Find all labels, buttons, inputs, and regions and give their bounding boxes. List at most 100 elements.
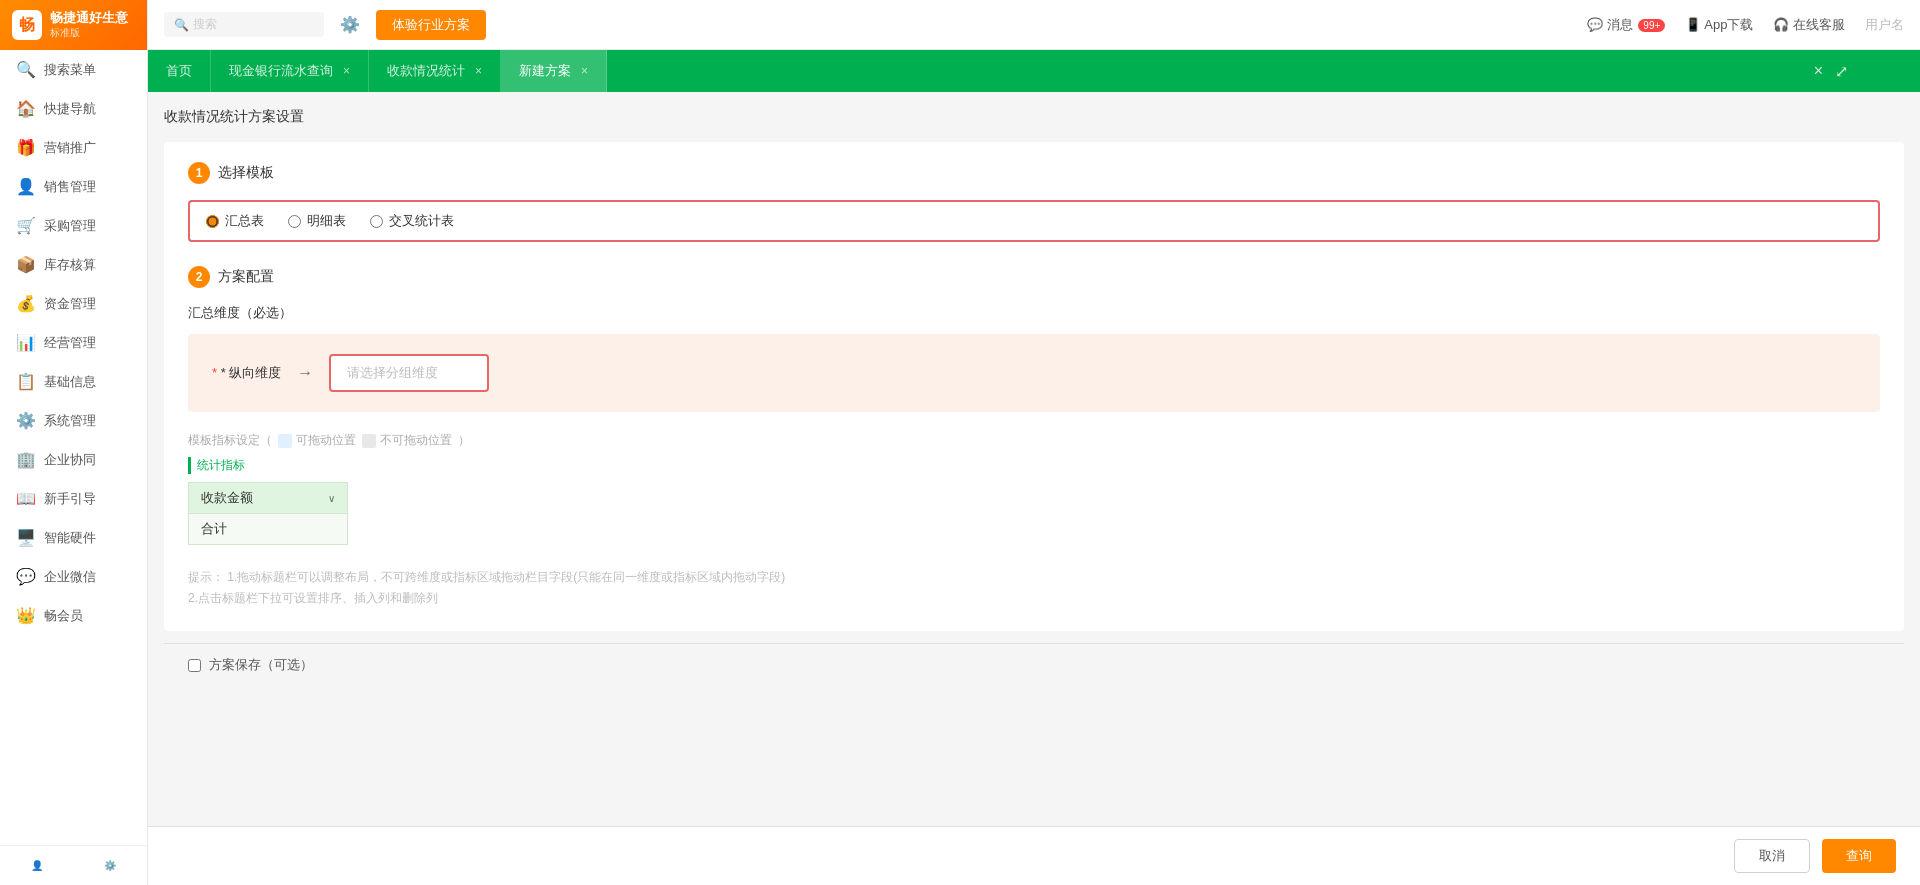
notice-item[interactable]: 💬 消息 99+ — [1587, 16, 1665, 34]
sidebar-bottom-user[interactable]: 👤 — [0, 854, 74, 877]
search-placeholder-text: 搜索 — [193, 16, 217, 33]
radio-cross[interactable]: 交叉统计表 — [370, 212, 454, 230]
tab-bank-label: 现金银行流水查询 — [229, 62, 333, 80]
box-icon: 📦 — [16, 255, 36, 274]
topbar-search-box[interactable]: 🔍 搜索 — [164, 12, 324, 37]
sidebar-item-guide[interactable]: 📖 新手引导 — [0, 479, 147, 518]
tab-bank[interactable]: 现金银行流水查询 × — [211, 50, 369, 92]
sidebar-item-label: 企业微信 — [44, 568, 96, 586]
sidebar-bottom-settings[interactable]: ⚙️ — [74, 854, 148, 877]
person-icon: 👤 — [16, 177, 36, 196]
chat-icon: 💬 — [16, 567, 36, 586]
gift-icon: 🎁 — [16, 138, 36, 157]
dimension-select[interactable]: 请选择分组维度 — [329, 354, 489, 392]
page-title: 收款情况统计方案设置 — [164, 108, 1904, 126]
sidebar: 畅 畅捷通好生意 标准版 🔍 搜索菜单 🏠 快捷导航 🎁 营销推广 👤 销售管理… — [0, 0, 148, 885]
tab-expand-icon[interactable]: ⤢ — [1835, 62, 1848, 81]
book-icon: 📖 — [16, 489, 36, 508]
tab-home[interactable]: 首页 — [148, 50, 211, 92]
sidebar-item-purchase[interactable]: 🛒 采购管理 — [0, 206, 147, 245]
sidebar-item-label: 库存核算 — [44, 256, 96, 274]
search-icon: 🔍 — [16, 60, 36, 79]
save-checkbox[interactable] — [188, 659, 201, 672]
sidebar-item-marketing[interactable]: 🎁 营销推广 — [0, 128, 147, 167]
sidebar-item-system[interactable]: ⚙️ 系统管理 — [0, 401, 147, 440]
support-label: 在线客服 — [1793, 17, 1845, 32]
radio-cross-label: 交叉统计表 — [389, 212, 454, 230]
section2-num: 2 — [188, 266, 210, 288]
tab-stats[interactable]: 收款情况统计 × — [369, 50, 501, 92]
query-button[interactable]: 查询 — [1822, 839, 1896, 873]
notice-icon: 💬 — [1587, 17, 1603, 32]
tab-stats-close[interactable]: × — [475, 64, 482, 78]
tab-new[interactable]: 新建方案 × — [501, 50, 607, 92]
sidebar-item-label: 资金管理 — [44, 295, 96, 313]
sidebar-logo: 畅 畅捷通好生意 标准版 — [0, 0, 147, 50]
sidebar-item-finance[interactable]: 💰 资金管理 — [0, 284, 147, 323]
chevron-down-icon: ∨ — [328, 493, 335, 504]
section2-title: 方案配置 — [218, 268, 274, 286]
sidebar-item-label: 经营管理 — [44, 334, 96, 352]
save-label: 方案保存（可选） — [209, 656, 313, 674]
logo-icon: 畅 — [12, 10, 42, 40]
no-drag-box-icon — [362, 434, 376, 448]
sidebar-item-member[interactable]: 👑 畅会员 — [0, 596, 147, 635]
stats-table: 收款金额 ∨ 合计 — [188, 482, 348, 545]
tip-2: 2.点击标题栏下拉可设置排序、插入列和删除列 — [188, 590, 1880, 607]
chart-icon: 📊 — [16, 333, 36, 352]
sidebar-item-search[interactable]: 🔍 搜索菜单 — [0, 50, 147, 89]
notice-label: 消息 — [1607, 17, 1633, 32]
sidebar-item-operation[interactable]: 📊 经营管理 — [0, 323, 147, 362]
sidebar-item-nav[interactable]: 🏠 快捷导航 — [0, 89, 147, 128]
radio-detail[interactable]: 明细表 — [288, 212, 346, 230]
content-wrapper: 收款情况统计方案设置 1 选择模板 汇总表 明细表 — [148, 92, 1920, 885]
sidebar-item-wechat[interactable]: 💬 企业微信 — [0, 557, 147, 596]
cancel-button[interactable]: 取消 — [1734, 839, 1810, 873]
building-icon: 🏢 — [16, 450, 36, 469]
template-options-box: 汇总表 明细表 交叉统计表 — [188, 200, 1880, 242]
radio-summary-input[interactable] — [206, 215, 219, 228]
sidebar-item-label: 营销推广 — [44, 139, 96, 157]
sidebar-item-label: 销售管理 — [44, 178, 96, 196]
radio-cross-input[interactable] — [370, 215, 383, 228]
radio-detail-label: 明细表 — [307, 212, 346, 230]
radio-summary-label: 汇总表 — [225, 212, 264, 230]
bottom-actions: 取消 查询 — [148, 826, 1920, 885]
sidebar-item-stock[interactable]: 📦 库存核算 — [0, 245, 147, 284]
topbar: 🔍 搜索 ⚙️ 体验行业方案 💬 消息 99+ 📱 App下载 🎧 在线客服 用… — [148, 0, 1920, 50]
tab-home-label: 首页 — [166, 62, 192, 80]
download-item[interactable]: 📱 App下载 — [1685, 16, 1753, 34]
cart-icon: 🛒 — [16, 216, 36, 235]
sidebar-item-base[interactable]: 📋 基础信息 — [0, 362, 147, 401]
topbar-gear-icon[interactable]: ⚙️ — [340, 15, 360, 34]
sidebar-item-label: 采购管理 — [44, 217, 96, 235]
sidebar-item-sales[interactable]: 👤 销售管理 — [0, 167, 147, 206]
download-icon: 📱 — [1685, 17, 1701, 32]
sidebar-item-label: 新手引导 — [44, 490, 96, 508]
user-avatar-icon: 👤 — [31, 860, 43, 871]
content-area: 收款情况统计方案设置 1 选择模板 汇总表 明细表 — [148, 92, 1920, 826]
tab-close-all-icon[interactable]: × — [1814, 62, 1823, 80]
sidebar-item-corp[interactable]: 🏢 企业协同 — [0, 440, 147, 479]
sidebar-item-label: 系统管理 — [44, 412, 96, 430]
stats-header[interactable]: 收款金额 ∨ — [189, 483, 347, 513]
tab-new-close[interactable]: × — [581, 64, 588, 78]
stats-section: 统计指标 收款金额 ∨ 合计 — [188, 457, 1880, 545]
tabs-bar: 首页 现金银行流水查询 × 收款情况统计 × 新建方案 × × ⤢ — [148, 50, 1920, 92]
topbar-right: 💬 消息 99+ 📱 App下载 🎧 在线客服 用户名 — [1587, 16, 1904, 34]
home-icon: 🏠 — [16, 99, 36, 118]
logo-title: 畅捷通好生意 — [50, 10, 128, 26]
promo-button[interactable]: 体验行业方案 — [376, 10, 486, 40]
download-label: App下载 — [1704, 17, 1753, 32]
support-item[interactable]: 🎧 在线客服 — [1773, 16, 1845, 34]
sidebar-bottom: 👤 ⚙️ — [0, 845, 147, 885]
tab-stats-label: 收款情况统计 — [387, 62, 465, 80]
radio-detail-input[interactable] — [288, 215, 301, 228]
sidebar-item-label: 快捷导航 — [44, 100, 96, 118]
sidebar-item-label: 基础信息 — [44, 373, 96, 391]
search-icon: 🔍 — [174, 18, 189, 32]
radio-summary[interactable]: 汇总表 — [206, 212, 264, 230]
tab-bank-close[interactable]: × — [343, 64, 350, 78]
sidebar-item-label: 智能硬件 — [44, 529, 96, 547]
sidebar-item-hardware[interactable]: 🖥️ 智能硬件 — [0, 518, 147, 557]
